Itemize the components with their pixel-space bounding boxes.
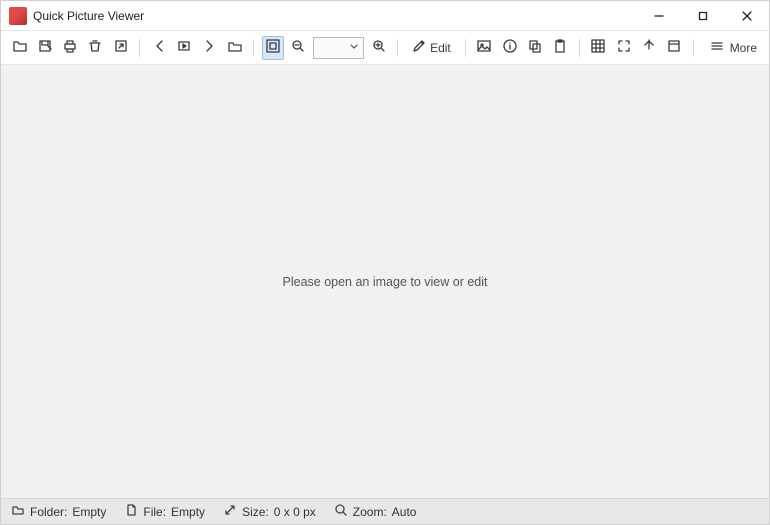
frameless-button[interactable] (664, 36, 685, 60)
fullscreen-icon (616, 38, 632, 57)
folder-icon (11, 503, 25, 520)
fit-icon (265, 38, 281, 57)
edit-label: Edit (430, 41, 451, 55)
separator (693, 39, 694, 57)
pin-icon (641, 38, 657, 57)
delete-button[interactable] (85, 36, 106, 60)
info-icon (502, 38, 518, 57)
trash-icon (87, 38, 103, 57)
copy-icon (527, 38, 543, 57)
copy-button[interactable] (524, 36, 545, 60)
app-icon (9, 7, 27, 25)
slideshow-button[interactable] (174, 36, 195, 60)
file-icon (124, 503, 138, 520)
zoom-icon (334, 503, 348, 520)
statusbar: Folder: Empty File: Empty Size: 0 x 0 px… (1, 498, 769, 524)
status-folder-value: Empty (72, 505, 106, 519)
workspace[interactable]: Please open an image to view or edit (1, 65, 769, 498)
zoom-combobox[interactable] (313, 37, 364, 59)
edit-button[interactable]: Edit (406, 36, 457, 60)
close-button[interactable] (725, 1, 769, 31)
size-icon (223, 503, 237, 520)
toolbar: Edit (1, 31, 769, 65)
wallpaper-icon (476, 38, 492, 57)
paste-button[interactable] (550, 36, 571, 60)
status-size-value: 0 x 0 px (274, 505, 316, 519)
titlebar: Quick Picture Viewer (1, 1, 769, 31)
zoom-in-icon (371, 38, 387, 57)
separator (579, 39, 580, 57)
status-file: File: Empty (124, 503, 205, 520)
set-wallpaper-button[interactable] (474, 36, 495, 60)
info-button[interactable] (499, 36, 520, 60)
checkerboard-button[interactable] (588, 36, 609, 60)
separator (397, 39, 398, 57)
frameless-icon (666, 38, 682, 57)
external-icon (113, 38, 129, 57)
status-zoom-value: Auto (392, 505, 417, 519)
fullscreen-button[interactable] (613, 36, 634, 60)
empty-state-message: Please open an image to view or edit (283, 275, 488, 289)
arrow-right-icon (202, 38, 218, 57)
more-button[interactable]: More (706, 36, 761, 60)
slideshow-icon (176, 38, 192, 57)
fit-to-window-button[interactable] (262, 36, 284, 60)
print-button[interactable] (60, 36, 81, 60)
separator (465, 39, 466, 57)
folder-open-icon (12, 38, 28, 57)
status-zoom: Zoom: Auto (334, 503, 417, 520)
pencil-icon (412, 39, 426, 56)
maximize-button[interactable] (681, 1, 725, 31)
status-zoom-label: Zoom: (353, 505, 387, 519)
next-button[interactable] (199, 36, 220, 60)
external-open-button[interactable] (110, 36, 131, 60)
status-folder: Folder: Empty (11, 503, 106, 520)
save-as-button[interactable] (34, 36, 55, 60)
arrow-left-icon (151, 38, 167, 57)
folder-icon (227, 38, 243, 57)
more-label: More (730, 41, 757, 55)
minimize-button[interactable] (637, 1, 681, 31)
show-file-button[interactable] (224, 36, 245, 60)
status-size-label: Size: (242, 505, 269, 519)
hamburger-icon (710, 39, 724, 56)
grid-icon (590, 38, 606, 57)
save-icon (37, 38, 53, 57)
status-file-label: File: (143, 505, 166, 519)
print-icon (62, 38, 78, 57)
paste-icon (552, 38, 568, 57)
chevron-down-icon (349, 41, 359, 55)
open-button[interactable] (9, 36, 30, 60)
zoom-out-button[interactable] (288, 36, 309, 60)
separator (139, 39, 140, 57)
status-size: Size: 0 x 0 px (223, 503, 316, 520)
zoom-out-icon (290, 38, 306, 57)
status-file-value: Empty (171, 505, 205, 519)
prev-button[interactable] (148, 36, 169, 60)
status-folder-label: Folder: (30, 505, 67, 519)
on-top-button[interactable] (638, 36, 659, 60)
window-title: Quick Picture Viewer (33, 9, 144, 23)
zoom-in-button[interactable] (368, 36, 389, 60)
separator (253, 39, 254, 57)
